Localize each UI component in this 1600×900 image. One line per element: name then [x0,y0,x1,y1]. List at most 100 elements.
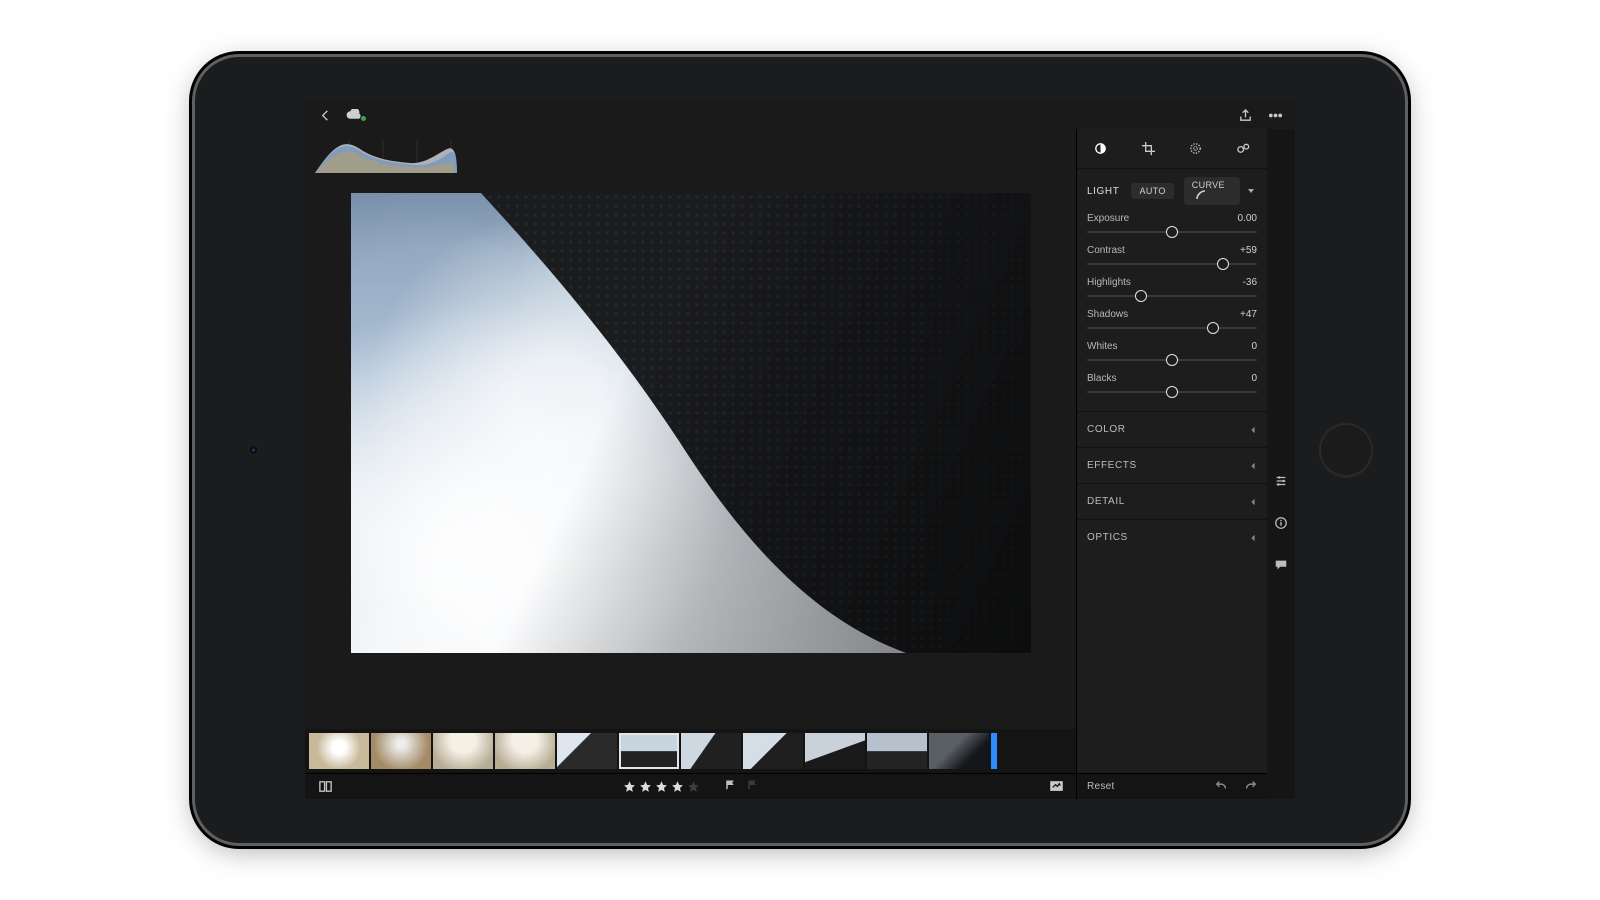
reset-button[interactable]: Reset [1087,781,1115,792]
compare-view-button[interactable] [315,777,335,797]
section-light-header: LIGHT AUTO CURVE [1077,169,1267,213]
slider-thumb[interactable] [1135,290,1147,302]
thumbnail-selected[interactable] [619,733,679,769]
thumbnail[interactable] [433,733,493,769]
star-4[interactable] [671,780,684,793]
edited-photo [351,193,1031,653]
thumbnail[interactable] [743,733,803,769]
slider-value: +59 [1240,245,1257,256]
rating-stars [623,780,700,793]
tablet-frame: LIGHT AUTO CURVE Exp [195,57,1405,843]
right-icon-rail [1267,129,1295,799]
slider-track[interactable] [1087,320,1257,336]
device-camera [249,446,258,455]
slider-whites: Whites 0 [1087,341,1257,368]
star-3[interactable] [655,780,668,793]
redo-button[interactable] [1243,778,1257,795]
thumbnail[interactable] [681,733,741,769]
slider-label: Exposure [1087,213,1129,224]
more-button[interactable] [1265,105,1285,125]
curve-icon [1196,190,1206,202]
slider-thumb[interactable] [1166,354,1178,366]
thumbnail[interactable] [557,733,617,769]
histogram[interactable] [305,129,1076,177]
slider-track[interactable] [1087,256,1257,272]
slider-value: 0 [1251,373,1257,384]
device-home-button[interactable] [1319,423,1373,477]
slider-label: Highlights [1087,277,1131,288]
slider-contrast: Contrast +59 [1087,245,1257,272]
thumbnail[interactable] [805,733,865,769]
curve-button[interactable]: CURVE [1184,177,1240,205]
auto-button[interactable]: AUTO [1131,183,1173,199]
rail-comments-icon[interactable] [1271,555,1291,575]
section-optics-title: OPTICS [1087,532,1128,543]
thumbnail[interactable] [495,733,555,769]
thumbnail[interactable] [867,733,927,769]
rail-info-icon[interactable] [1271,513,1291,533]
section-optics[interactable]: OPTICS [1077,519,1267,555]
slider-track[interactable] [1087,224,1257,240]
slider-label: Whites [1087,341,1118,352]
filmstrip [305,729,1076,773]
photo-canvas[interactable] [305,177,1076,729]
edit-panel: LIGHT AUTO CURVE Exp [1077,129,1267,799]
slider-label: Blacks [1087,373,1116,384]
slider-thumb[interactable] [1217,258,1229,270]
section-detail-title: DETAIL [1087,496,1125,507]
slider-thumb[interactable] [1166,386,1178,398]
slider-value: +47 [1240,309,1257,320]
section-color[interactable]: COLOR [1077,411,1267,447]
chevron-left-icon [1249,534,1257,542]
slider-label: Shadows [1087,309,1128,320]
slider-value: 0.00 [1238,213,1257,224]
chevron-left-icon [1249,498,1257,506]
tab-selective-icon[interactable] [1228,134,1258,164]
lightroom-app: LIGHT AUTO CURVE Exp [305,101,1295,799]
flag-reject-button[interactable] [746,779,758,794]
slider-thumb[interactable] [1207,322,1219,334]
star-2[interactable] [639,780,652,793]
section-light-collapse[interactable] [1246,184,1257,198]
thumbnail[interactable] [929,733,989,769]
curve-label: CURVE [1192,180,1225,190]
slider-shadows: Shadows +47 [1087,309,1257,336]
slider-exposure: Exposure 0.00 [1087,213,1257,240]
tab-presets-icon[interactable] [1181,134,1211,164]
tab-edit-icon[interactable] [1086,134,1116,164]
rail-adjust-icon[interactable] [1271,471,1291,491]
top-bar [305,101,1295,129]
chevron-left-icon [1249,426,1257,434]
slider-track[interactable] [1087,352,1257,368]
slider-blacks: Blacks 0 [1087,373,1257,400]
undo-button[interactable] [1215,778,1229,795]
status-bar [305,773,1076,799]
section-effects[interactable]: EFFECTS [1077,447,1267,483]
slider-value: 0 [1251,341,1257,352]
filmstrip-end-marker [991,733,997,769]
cloud-sync-status[interactable] [345,109,367,122]
slider-track[interactable] [1087,288,1257,304]
screen: LIGHT AUTO CURVE Exp [305,101,1295,799]
slider-track[interactable] [1087,384,1257,400]
slider-label: Contrast [1087,245,1125,256]
section-detail[interactable]: DETAIL [1077,483,1267,519]
section-light-title: LIGHT [1087,186,1119,197]
slider-thumb[interactable] [1166,226,1178,238]
edit-mode-tabs [1077,129,1267,169]
thumbnail[interactable] [371,733,431,769]
star-1[interactable] [623,780,636,793]
chevron-left-icon [1249,462,1257,470]
share-button[interactable] [1235,105,1255,125]
slider-highlights: Highlights -36 [1087,277,1257,304]
tab-crop-icon[interactable] [1133,134,1163,164]
thumbnail[interactable] [309,733,369,769]
section-color-title: COLOR [1087,424,1126,435]
flag-pick-button[interactable] [724,779,736,794]
slider-value: -36 [1243,277,1257,288]
sync-ok-badge-icon [360,115,367,122]
filter-button[interactable] [1046,777,1066,797]
star-5[interactable] [687,780,700,793]
section-effects-title: EFFECTS [1087,460,1137,471]
back-button[interactable] [315,105,335,125]
